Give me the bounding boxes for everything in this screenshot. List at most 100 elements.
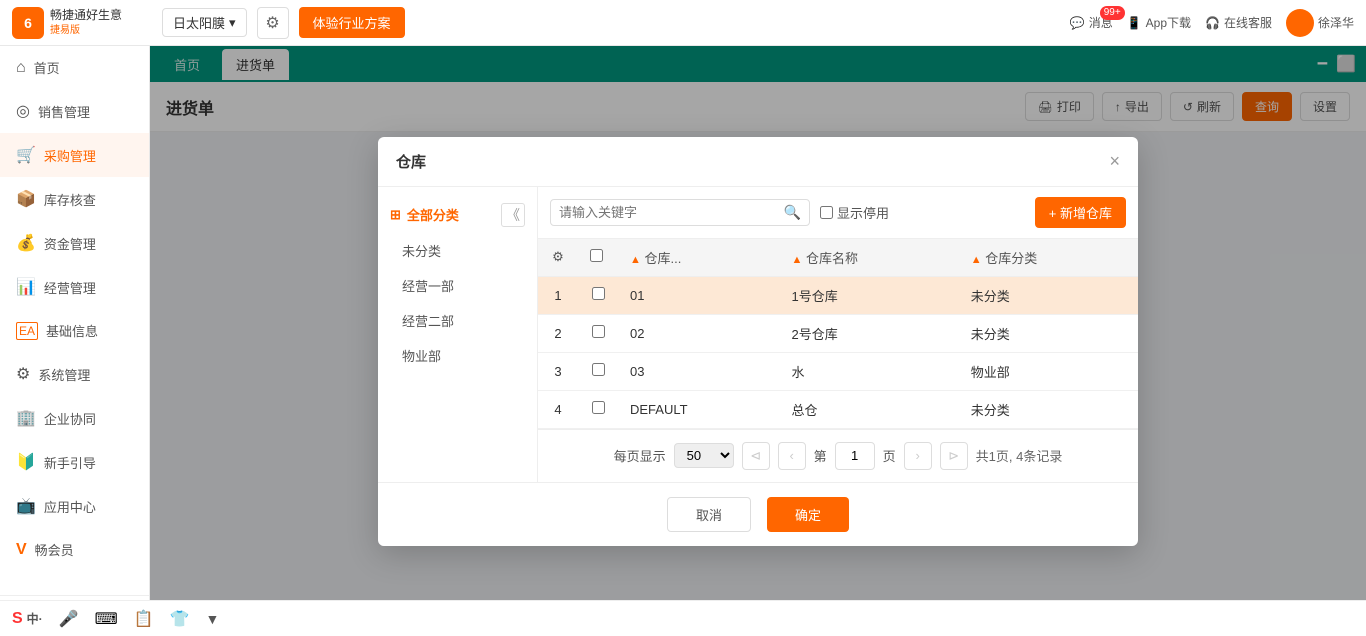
table-row[interactable]: 2 02 2号仓库 未分类 [538, 314, 1138, 352]
pagination: 每页显示 50 10 20 100 ⊲ ‹ 第 页 [538, 429, 1138, 482]
next-page-button[interactable]: › [904, 442, 932, 470]
row-select-2[interactable] [592, 325, 605, 338]
cancel-button[interactable]: 取消 [667, 497, 751, 532]
sidebar-item-purchase[interactable]: 🛒 采购管理 [0, 133, 149, 177]
trial-button[interactable]: 体验行业方案 [299, 7, 405, 38]
keyboard-icon[interactable]: ⌨ [95, 609, 118, 629]
sidebar: ⌂ 首页 ◎ 销售管理 🛒 采购管理 📦 库存核查 💰 资金管理 📊 经营管理 … [0, 46, 150, 636]
category-header: ⊞ 全部分类 《 [378, 197, 537, 233]
row-select-3[interactable] [592, 363, 605, 376]
settings-button[interactable]: ⚙ [257, 7, 289, 39]
table-row[interactable]: 3 03 水 物业部 [538, 352, 1138, 390]
sidebar-item-sales[interactable]: ◎ 销售管理 [0, 89, 149, 133]
user-profile[interactable]: 徐泽华 [1286, 9, 1354, 37]
row-category: 未分类 [959, 390, 1138, 428]
row-name: 水 [779, 352, 958, 390]
sidebar-item-system[interactable]: ⚙ 系统管理 [0, 352, 149, 396]
category-item-dept1[interactable]: 经营一部 [378, 268, 537, 303]
first-page-button[interactable]: ⊲ [742, 442, 770, 470]
shirt-icon[interactable]: 👕 [170, 609, 190, 629]
sidebar-item-finance[interactable]: 💰 资金管理 [0, 221, 149, 265]
sidebar-item-home[interactable]: ⌂ 首页 [0, 46, 149, 89]
sidebar-item-inventory[interactable]: 📦 库存核查 [0, 177, 149, 221]
row-num: 2 [538, 314, 578, 352]
headset-icon: 🎧 [1205, 16, 1220, 30]
table-row[interactable]: 4 DEFAULT 总仓 未分类 [538, 390, 1138, 428]
header-mid: 日太阳膜 ▾ ⚙ 体验行业方案 [162, 7, 1070, 39]
chevron-down-icon[interactable]: ▼ [206, 611, 220, 627]
category-item-property[interactable]: 物业部 [378, 338, 537, 373]
row-checkbox [578, 352, 618, 390]
data-table: ⚙ ▲ 仓库... [538, 239, 1138, 429]
gear-col-icon: ⚙ [552, 249, 564, 264]
add-warehouse-button[interactable]: + 新增仓库 [1035, 197, 1126, 228]
row-select-1[interactable] [592, 287, 605, 300]
sidebar-item-basic[interactable]: EA 基础信息 [0, 309, 149, 352]
modal-header: 仓库 × [378, 137, 1138, 187]
row-category: 未分类 [959, 276, 1138, 314]
operations-icon: 📊 [16, 277, 36, 297]
th-code: ▲ 仓库... [618, 239, 779, 277]
store-selector[interactable]: 日太阳膜 ▾ [162, 8, 247, 37]
category-collapse-button[interactable]: 《 [501, 203, 525, 227]
page-size-select[interactable]: 50 10 20 100 [674, 443, 734, 468]
messages-item[interactable]: 💬 消息 99+ [1070, 14, 1113, 31]
table-panel: 🔍 显示停用 + 新增仓库 [538, 187, 1138, 482]
category-item-unclassified[interactable]: 未分类 [378, 233, 537, 268]
prev-page-button[interactable]: ‹ [778, 442, 806, 470]
page-suffix: 页 [883, 446, 896, 465]
row-name: 1号仓库 [779, 276, 958, 314]
show-disabled-checkbox[interactable] [820, 206, 833, 219]
inventory-icon: 📦 [16, 189, 36, 209]
select-all-checkbox[interactable] [590, 249, 603, 262]
warehouse-modal: 仓库 × ⊞ 全部分类 《 [378, 137, 1138, 546]
enterprise-icon: 🏢 [16, 408, 36, 428]
row-checkbox [578, 314, 618, 352]
message-icon: 💬 [1070, 16, 1085, 30]
system-icon: ⚙ [16, 364, 30, 384]
logo-icon: 6 [12, 7, 44, 39]
members-icon: V [16, 541, 27, 559]
newbie-icon: 🔰 [16, 452, 36, 472]
page-label: 第 [814, 446, 827, 465]
search-input[interactable] [559, 205, 784, 220]
last-page-button[interactable]: ⊳ [940, 442, 968, 470]
grid-icon: ⊞ [390, 207, 401, 223]
sidebar-item-newbie[interactable]: 🔰 新手引导 [0, 440, 149, 484]
row-checkbox [578, 390, 618, 428]
logo-area: 6 畅捷通好生意 捷易版 [12, 7, 162, 39]
sidebar-item-members[interactable]: V 畅会员 [0, 528, 149, 571]
clipboard-icon[interactable]: 📋 [134, 609, 154, 629]
online-service-item[interactable]: 🎧 在线客服 [1205, 14, 1272, 31]
modal-close-button[interactable]: × [1109, 152, 1120, 170]
th-name: ▲ 仓库名称 [779, 239, 958, 277]
category-all-btn[interactable]: ⊞ 全部分类 [390, 205, 459, 224]
page-number-input[interactable] [835, 442, 875, 470]
search-icon[interactable]: 🔍 [784, 204, 801, 221]
mic-icon[interactable]: 🎤 [59, 609, 79, 629]
row-num: 4 [538, 390, 578, 428]
row-checkbox [578, 276, 618, 314]
table-row[interactable]: 1 01 1号仓库 未分类 [538, 276, 1138, 314]
table-header: ⚙ ▲ 仓库... [538, 239, 1138, 277]
warehouse-table: ⚙ ▲ 仓库... [538, 239, 1138, 429]
phone-icon: 📱 [1127, 16, 1142, 30]
th-checkbox [578, 239, 618, 277]
confirm-button[interactable]: 确定 [767, 497, 849, 532]
top-header: 6 畅捷通好生意 捷易版 日太阳膜 ▾ ⚙ 体验行业方案 💬 消息 99+ 📱 … [0, 0, 1366, 46]
home-icon: ⌂ [16, 59, 26, 77]
sidebar-item-operations[interactable]: 📊 经营管理 [0, 265, 149, 309]
sort-icon-cat: ▲ [971, 254, 982, 266]
app-center-icon: 📺 [16, 496, 36, 516]
content-area: 首页 进货单 🗕 ⬜ 进货单 🖨 打印 ↑ 导出 [150, 46, 1366, 636]
dropdown-icon: ▾ [229, 15, 236, 31]
logo-badge: 捷易版 [50, 24, 122, 37]
user-avatar [1286, 9, 1314, 37]
message-badge: 99+ [1100, 6, 1125, 20]
sidebar-item-app-center[interactable]: 📺 应用中心 [0, 484, 149, 528]
sidebar-item-enterprise[interactable]: 🏢 企业协同 [0, 396, 149, 440]
row-select-4[interactable] [592, 401, 605, 414]
app-download-item[interactable]: 📱 App下载 [1127, 14, 1191, 31]
row-code: DEFAULT [618, 390, 779, 428]
category-item-dept2[interactable]: 经营二部 [378, 303, 537, 338]
